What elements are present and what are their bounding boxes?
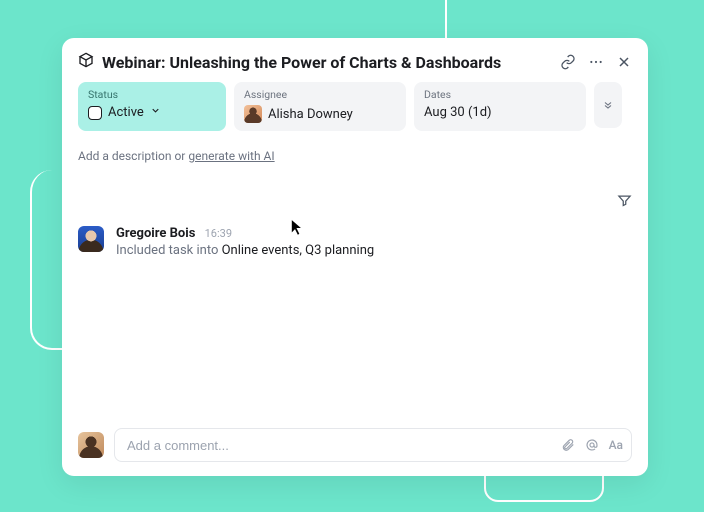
filter-icon[interactable] <box>617 193 632 212</box>
generate-ai-link[interactable]: generate with AI <box>188 149 274 163</box>
close-icon[interactable] <box>616 54 632 70</box>
task-type-icon <box>78 52 94 72</box>
dates-value: Aug 30 (1d) <box>424 105 492 120</box>
comment-input[interactable] <box>127 438 551 453</box>
task-card: Webinar: Unleashing the Power of Charts … <box>62 38 648 476</box>
background-decoration <box>445 0 447 40</box>
activity-time: 16:39 <box>205 227 232 240</box>
assignee-value: Alisha Downey <box>268 107 353 122</box>
activity-item: Gregoire Bois 16:39 Included task into O… <box>62 212 648 272</box>
mention-icon[interactable] <box>585 438 599 452</box>
assignee-avatar <box>244 105 262 123</box>
comment-composer: Aa <box>62 418 648 476</box>
format-icon[interactable]: Aa <box>609 438 623 452</box>
activity-toolbar <box>62 171 648 212</box>
activity-text: Included task into Online events, Q3 pla… <box>116 243 374 258</box>
current-user-avatar <box>78 432 104 458</box>
attachment-icon[interactable] <box>561 438 575 452</box>
more-icon[interactable] <box>588 54 604 70</box>
card-header: Webinar: Unleashing the Power of Charts … <box>62 38 648 82</box>
assignee-field[interactable]: Assignee Alisha Downey <box>234 82 406 131</box>
chevron-down-icon <box>150 105 161 120</box>
field-row: Status Active Assignee Alisha Downey Dat… <box>62 82 648 131</box>
status-value: Active <box>108 105 144 120</box>
assignee-label: Assignee <box>244 88 396 101</box>
description-prefix: Add a description or <box>78 149 188 163</box>
expand-fields-button[interactable] <box>594 82 622 128</box>
dates-label: Dates <box>424 88 576 101</box>
link-icon[interactable] <box>560 54 576 70</box>
activity-user: Gregoire Bois <box>116 226 195 241</box>
description-row[interactable]: Add a description or generate with AI <box>62 131 648 171</box>
activity-target: Online events, Q3 planning <box>222 243 375 258</box>
activity-avatar <box>78 226 104 252</box>
comment-box[interactable]: Aa <box>114 428 632 462</box>
status-label: Status <box>88 88 216 101</box>
status-checkbox-icon <box>88 106 102 120</box>
dates-field[interactable]: Dates Aug 30 (1d) <box>414 82 586 131</box>
status-field[interactable]: Status Active <box>78 82 226 131</box>
task-title[interactable]: Webinar: Unleashing the Power of Charts … <box>102 53 552 72</box>
